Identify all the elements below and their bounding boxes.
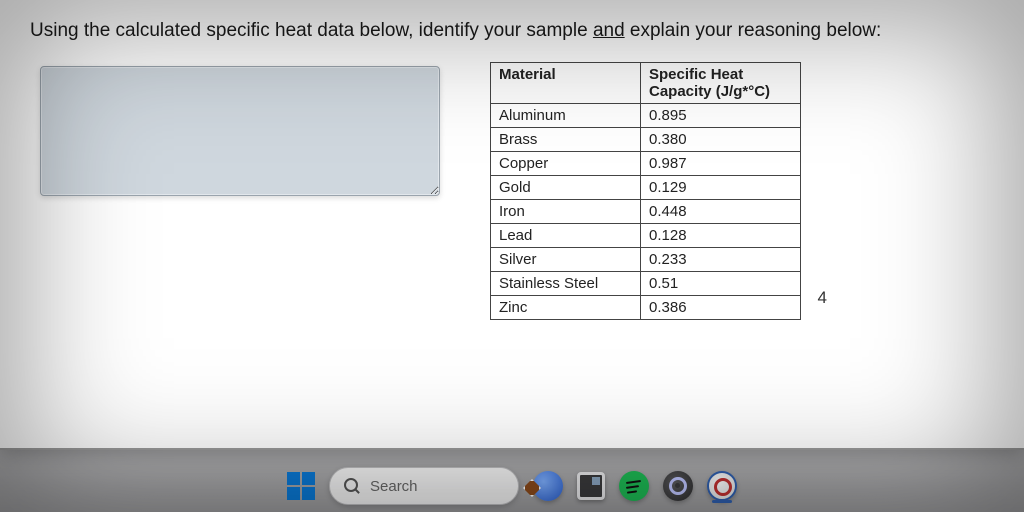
document-page: Using the calculated specific heat data … <box>0 0 1024 450</box>
windows-icon <box>287 487 300 500</box>
app-icon[interactable] <box>577 472 605 500</box>
settings-icon[interactable] <box>663 471 693 501</box>
cell-value: 0.128 <box>641 223 801 247</box>
question-text: Using the calculated specific heat data … <box>30 18 994 44</box>
cell-material: Copper <box>491 151 641 175</box>
question-prefix: Using the calculated specific heat data … <box>30 20 593 41</box>
table-row: Zinc0.386 <box>491 295 801 319</box>
windows-taskbar: Search <box>0 460 1024 512</box>
windows-icon <box>302 487 315 500</box>
cell-value: 0.129 <box>641 175 801 199</box>
cell-value: 0.895 <box>641 103 801 127</box>
cell-value: 0.448 <box>641 199 801 223</box>
camera-app-icon[interactable] <box>707 471 737 501</box>
cell-material: Zinc <box>491 295 641 319</box>
answer-textarea[interactable] <box>40 66 440 196</box>
cell-material: Silver <box>491 247 641 271</box>
table-row: Iron0.448 <box>491 199 801 223</box>
taskbar-icons <box>533 471 737 501</box>
table-row: Gold0.129 <box>491 175 801 199</box>
cell-value: 0.987 <box>641 151 801 175</box>
cell-value: 0.51 <box>641 271 801 295</box>
col-material: Material <box>491 62 641 103</box>
cell-material: Stainless Steel <box>491 271 641 295</box>
table-row: Copper0.987 <box>491 151 801 175</box>
cell-material: Aluminum <box>491 103 641 127</box>
question-underlined: and <box>593 20 625 41</box>
cell-value: 0.233 <box>641 247 801 271</box>
cell-value: 0.380 <box>641 127 801 151</box>
table-row: Stainless Steel0.51 <box>491 271 801 295</box>
spotify-icon[interactable] <box>619 471 649 501</box>
search-placeholder: Search <box>370 478 418 495</box>
heat-table-wrap: Material Specific Heat Capacity (J/g*°C)… <box>490 62 801 320</box>
cell-material: Gold <box>491 175 641 199</box>
search-icon <box>344 478 360 494</box>
side-number: 4 <box>818 288 827 308</box>
cell-material: Brass <box>491 127 641 151</box>
content-row: Material Specific Heat Capacity (J/g*°C)… <box>30 62 994 320</box>
windows-icon <box>287 472 300 485</box>
table-header-row: Material Specific Heat Capacity (J/g*°C) <box>491 62 801 103</box>
table-row: Aluminum0.895 <box>491 103 801 127</box>
col-specific-heat: Specific Heat Capacity (J/g*°C) <box>641 62 801 103</box>
question-suffix: explain your reasoning below: <box>625 20 882 41</box>
cell-material: Iron <box>491 199 641 223</box>
table-row: Silver0.233 <box>491 247 801 271</box>
specific-heat-table: Material Specific Heat Capacity (J/g*°C)… <box>490 62 801 320</box>
start-button[interactable] <box>287 472 315 500</box>
table-row: Lead0.128 <box>491 223 801 247</box>
news-widget-icon[interactable] <box>533 471 563 501</box>
cell-value: 0.386 <box>641 295 801 319</box>
cell-material: Lead <box>491 223 641 247</box>
taskbar-search[interactable]: Search <box>329 467 519 505</box>
table-row: Brass0.380 <box>491 127 801 151</box>
windows-icon <box>302 472 315 485</box>
